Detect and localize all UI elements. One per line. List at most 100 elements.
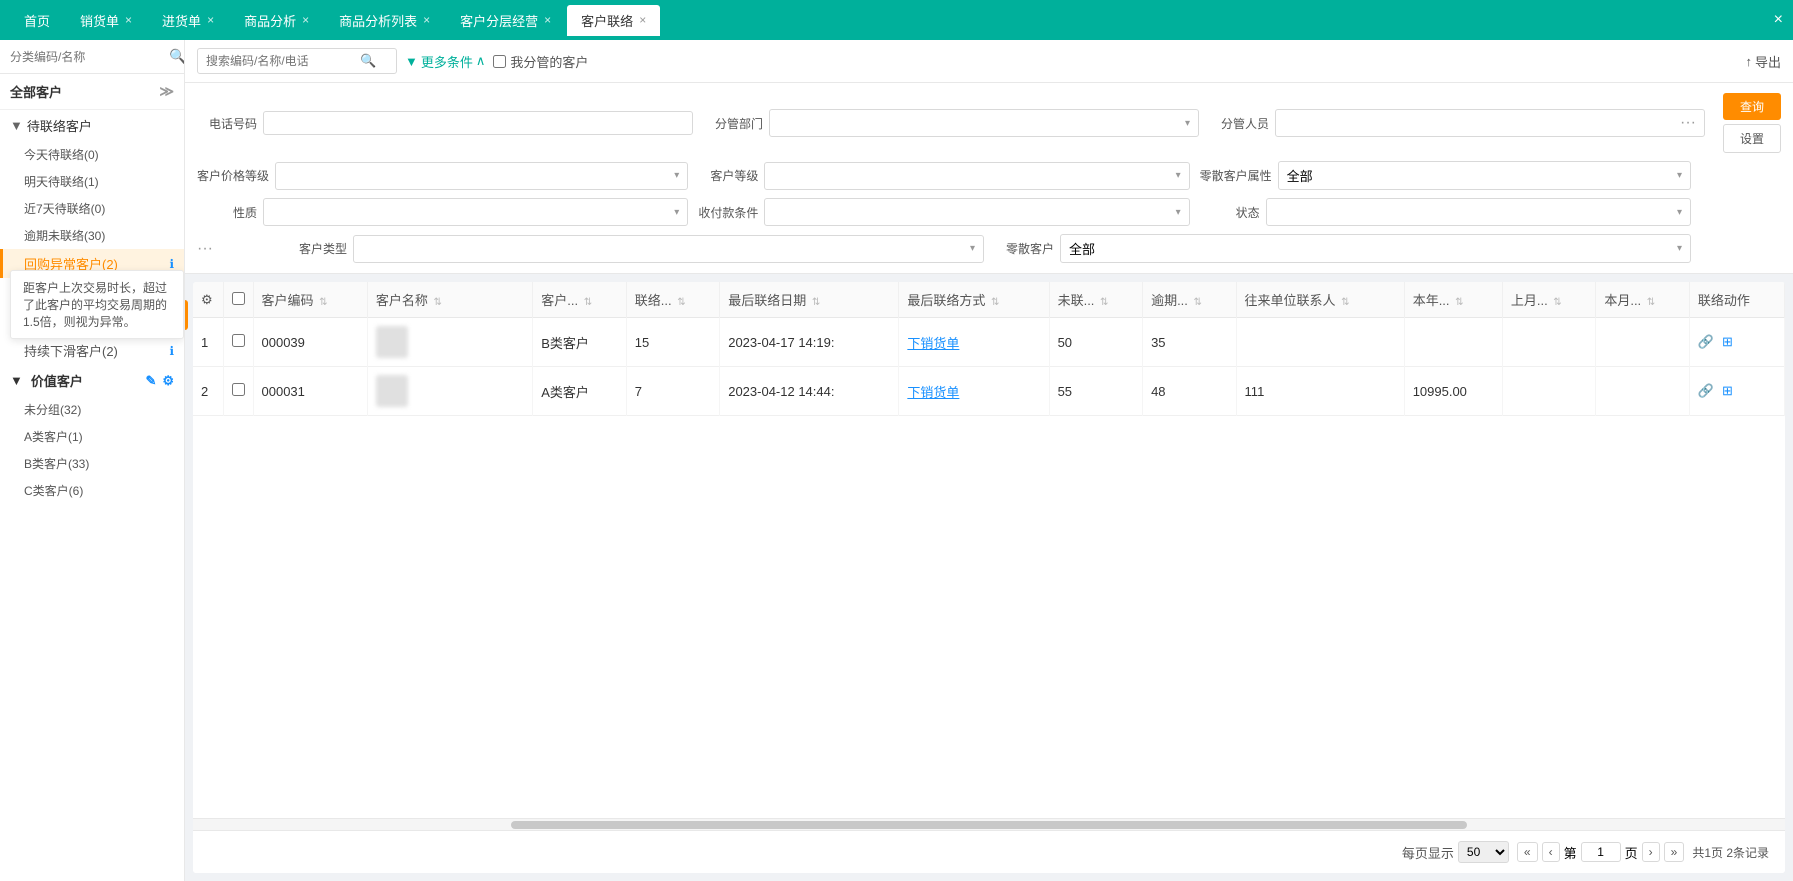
prev-page-button[interactable]: ‹ bbox=[1542, 842, 1560, 862]
row2-checkbox[interactable] bbox=[223, 367, 253, 416]
close-window-button[interactable]: × bbox=[1774, 11, 1783, 29]
search-bar[interactable]: 🔍 bbox=[197, 48, 397, 74]
tab-customer-tier[interactable]: 客户分层经营 × bbox=[446, 5, 565, 36]
retail-customer-select[interactable]: 全部 ▾ bbox=[1060, 234, 1691, 263]
per-page-select[interactable]: 50 100 200 bbox=[1458, 841, 1509, 863]
sidebar-item-7days[interactable]: 近7天待联络(0) bbox=[0, 195, 184, 222]
row2-last-month bbox=[1502, 367, 1595, 416]
customer-type-field: 客户类型 ▾ bbox=[287, 235, 984, 263]
col-actions: 联络动作 bbox=[1689, 282, 1784, 318]
filter-top-bar: 🔍 ▼ 更多条件 ∧ 我分管的客户 ↑ 导出 bbox=[185, 40, 1793, 83]
close-tab-analysis[interactable]: × bbox=[302, 13, 309, 27]
view-icon2[interactable]: 🔗 bbox=[1698, 383, 1714, 399]
tab-product-analysis-list[interactable]: 商品分析列表 × bbox=[325, 5, 444, 36]
col-contact-person: 往来单位联系人 ⇅ bbox=[1236, 282, 1404, 318]
tab-purchase-order[interactable]: 进货单 × bbox=[148, 5, 228, 36]
tab-home[interactable]: 首页 bbox=[10, 5, 64, 36]
row2-this-month bbox=[1596, 367, 1689, 416]
query-button[interactable]: 查询 bbox=[1723, 93, 1781, 120]
close-tab-contact[interactable]: × bbox=[639, 13, 646, 27]
row1-overdue: 35 bbox=[1143, 318, 1236, 367]
sort-icon5[interactable]: ⇅ bbox=[812, 297, 820, 308]
sort-icon6[interactable]: ⇅ bbox=[991, 297, 999, 308]
row1-checkbox[interactable] bbox=[223, 318, 253, 367]
customer-type-select[interactable]: ▾ bbox=[353, 235, 984, 263]
retail-attr-select[interactable]: 全部 ▾ bbox=[1278, 161, 1691, 190]
settings-button[interactable]: 设置 bbox=[1723, 124, 1781, 153]
customer-grade-select[interactable]: ▾ bbox=[764, 162, 1189, 190]
sidebar-item-b-type[interactable]: B类客户(33) bbox=[0, 450, 184, 477]
row2-contact-count: 7 bbox=[626, 367, 719, 416]
sidebar-item-a-type[interactable]: A类客户(1) bbox=[0, 423, 184, 450]
value-customer-section[interactable]: ▼ 价值客户 ✎ ⚙ bbox=[0, 365, 184, 396]
first-page-button[interactable]: « bbox=[1517, 842, 1538, 862]
more-filters-dots[interactable]: ··· bbox=[197, 240, 213, 258]
nature-select[interactable]: ▾ bbox=[263, 198, 688, 226]
manager-select[interactable]: ··· bbox=[1275, 109, 1705, 137]
sidebar-item-today[interactable]: 今天待联络(0) bbox=[0, 141, 184, 168]
scrollbar-thumb[interactable] bbox=[511, 821, 1466, 829]
value-customer-label: 价值客户 bbox=[31, 371, 83, 390]
settings-icon[interactable]: ⚙ bbox=[162, 373, 174, 389]
sidebar-search-icon[interactable]: 🔍 bbox=[169, 48, 185, 65]
view-icon[interactable]: 🔗 bbox=[1698, 334, 1714, 350]
sort-icon[interactable]: ⇅ bbox=[319, 297, 327, 308]
price-grade-select[interactable]: ▾ bbox=[275, 162, 688, 190]
more-icon[interactable]: ⊞ bbox=[1722, 334, 1733, 350]
pending-contact-group[interactable]: ▼ 待联络客户 bbox=[0, 110, 184, 141]
edit-icon[interactable]: ✎ bbox=[145, 373, 156, 389]
sort-icon2[interactable]: ⇅ bbox=[434, 297, 442, 308]
sort-icon11[interactable]: ⇅ bbox=[1553, 297, 1561, 308]
gear-icon[interactable]: ⚙ bbox=[201, 292, 213, 307]
tab-sales-order[interactable]: 销货单 × bbox=[66, 5, 146, 36]
close-tab-sales[interactable]: × bbox=[125, 13, 132, 27]
close-tab-analysis-list[interactable]: × bbox=[423, 13, 430, 27]
tab-product-analysis[interactable]: 商品分析 × bbox=[230, 5, 323, 36]
more-conditions-button[interactable]: ▼ 更多条件 ∧ bbox=[405, 52, 485, 71]
sort-icon12[interactable]: ⇅ bbox=[1647, 297, 1655, 308]
sidebar-search-bar[interactable]: 🔍 bbox=[0, 40, 184, 74]
table-row: 1 000039 B类客户 15 2023-04-17 14:19: 下销货单 … bbox=[193, 318, 1785, 367]
sort-icon4[interactable]: ⇅ bbox=[677, 297, 685, 308]
sort-icon10[interactable]: ⇅ bbox=[1455, 297, 1463, 308]
col-name: 客户名称 ⇅ bbox=[367, 282, 532, 318]
my-customers-check[interactable] bbox=[493, 55, 506, 68]
horizontal-scrollbar[interactable] bbox=[193, 818, 1785, 830]
collapse-sidebar-button[interactable]: ≫ bbox=[159, 83, 174, 100]
sidebar-search-input[interactable] bbox=[10, 50, 165, 64]
sort-icon8[interactable]: ⇅ bbox=[1194, 297, 1202, 308]
arrow-icon: ▼ bbox=[10, 118, 23, 133]
sidebar-item-ungroup[interactable]: 未分组(32) bbox=[0, 396, 184, 423]
col-overdue: 逾期... ⇅ bbox=[1143, 282, 1236, 318]
tab-customer-contact[interactable]: 客户联络 × bbox=[567, 5, 660, 36]
col-last-method: 最后联络方式 ⇅ bbox=[899, 282, 1049, 318]
status-select[interactable]: ▾ bbox=[1266, 198, 1691, 226]
department-select[interactable]: ▾ bbox=[769, 109, 1199, 137]
top-navigation: 首页 销货单 × 进货单 × 商品分析 × 商品分析列表 × 客户分层经营 × … bbox=[0, 0, 1793, 40]
sort-icon3[interactable]: ⇅ bbox=[584, 297, 592, 308]
chevron-down-icon3: ▾ bbox=[674, 170, 679, 181]
phone-input[interactable] bbox=[263, 111, 693, 135]
select-all-checkbox[interactable] bbox=[232, 292, 245, 305]
status-field: 状态 ▾ bbox=[1200, 198, 1691, 226]
page-input[interactable] bbox=[1581, 842, 1621, 862]
sort-icon9[interactable]: ⇅ bbox=[1341, 297, 1349, 308]
customer-grade-field: 客户等级 ▾ bbox=[698, 162, 1189, 190]
payment-select[interactable]: ▾ bbox=[764, 198, 1189, 226]
search-input[interactable] bbox=[206, 54, 356, 68]
col-this-year: 本年... ⇅ bbox=[1404, 282, 1502, 318]
last-page-button[interactable]: » bbox=[1664, 842, 1685, 862]
chevron-down-icon10: ▾ bbox=[1677, 243, 1682, 254]
next-page-button[interactable]: › bbox=[1642, 842, 1660, 862]
close-tab-purchase[interactable]: × bbox=[207, 13, 214, 27]
dots-icon[interactable]: ··· bbox=[1680, 114, 1696, 132]
my-customers-checkbox[interactable]: 我分管的客户 bbox=[493, 52, 588, 71]
sidebar-item-overdue[interactable]: 逾期未联络(30) bbox=[0, 222, 184, 249]
close-tab-tier[interactable]: × bbox=[544, 13, 551, 27]
more-icon2[interactable]: ⊞ bbox=[1722, 383, 1733, 399]
sidebar-item-c-type[interactable]: C类客户(6) bbox=[0, 477, 184, 504]
sort-icon7[interactable]: ⇅ bbox=[1100, 297, 1108, 308]
sidebar-item-declining[interactable]: 持续下滑客户(2) ℹ bbox=[0, 336, 184, 365]
export-button[interactable]: ↑ 导出 bbox=[1745, 52, 1781, 71]
sidebar-item-tomorrow[interactable]: 明天待联络(1) bbox=[0, 168, 184, 195]
